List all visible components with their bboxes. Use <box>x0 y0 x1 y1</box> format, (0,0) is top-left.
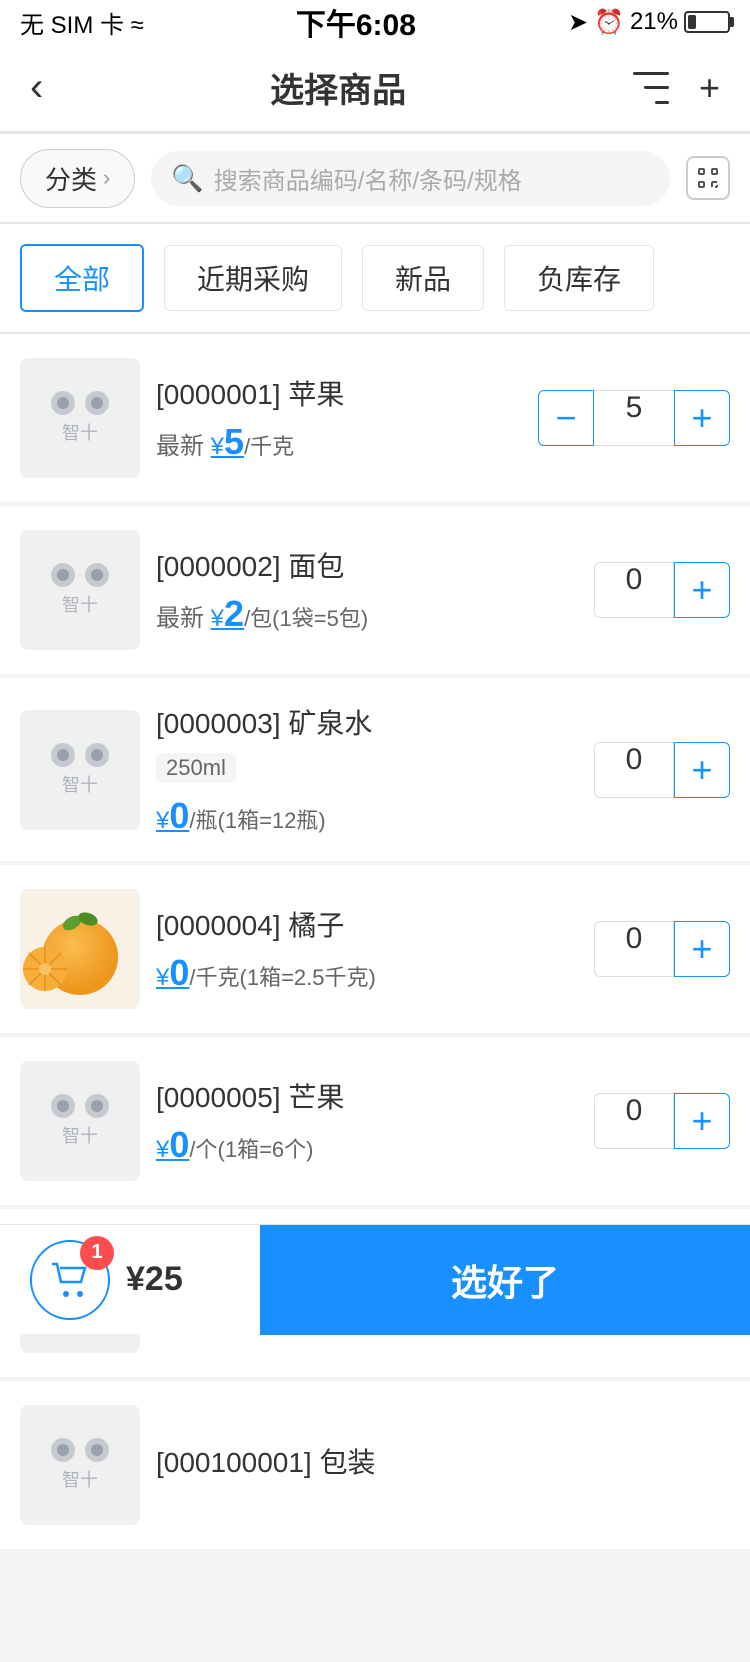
qty-input[interactable]: 0 <box>594 1093 674 1149</box>
product-image: 智十 <box>20 710 140 830</box>
category-chevron-icon: › <box>103 165 110 191</box>
qty-input[interactable]: 0 <box>594 562 674 618</box>
back-button[interactable]: ‹ <box>30 65 43 110</box>
tab-new[interactable]: 新品 <box>362 245 484 311</box>
brand-placeholder: 智十 <box>62 771 98 797</box>
product-spec: 250ml <box>156 753 236 783</box>
status-bar: 无 SIM 卡 ≈ 下午6:08 ➤ ⏰ 21% <box>0 0 750 44</box>
tab-negative[interactable]: 负库存 <box>504 245 654 311</box>
brand-placeholder: 智十 <box>62 419 98 445</box>
product-info: [000100001] 包装 <box>140 1441 730 1489</box>
qty-plus-button[interactable]: + <box>674 1093 730 1149</box>
qty-plus-button[interactable]: + <box>674 562 730 618</box>
product-image <box>20 889 140 1009</box>
product-info: [0000002] 面包 最新 ¥2/包(1袋=5包) <box>140 545 594 635</box>
product-image: 智十 <box>20 1405 140 1525</box>
product-info: [0000004] 橘子 ¥0/千克(1箱=2.5千克) <box>140 904 594 994</box>
qty-input[interactable]: 0 <box>594 742 674 798</box>
cart-badge: 1 <box>80 1236 114 1270</box>
add-button[interactable]: + <box>699 67 720 109</box>
product-image: 智十 <box>20 1061 140 1181</box>
search-icon: 🔍 <box>171 163 203 194</box>
qty-plus-button[interactable]: + <box>674 921 730 977</box>
status-left: 无 SIM 卡 ≈ <box>20 5 144 40</box>
tabs-row: 全部 近期采购 新品 负库存 <box>0 224 750 334</box>
confirm-button[interactable]: 选好了 <box>260 1225 750 1335</box>
product-price: ¥0/千克(1箱=2.5千克) <box>156 952 578 994</box>
product-qty: 0 + <box>594 921 730 977</box>
search-box[interactable]: 🔍 搜索商品编码/名称/条码/规格 <box>151 151 670 206</box>
product-price: 最新 ¥5/千克 <box>156 421 522 463</box>
category-button[interactable]: 分类 › <box>20 149 135 208</box>
list-item: 智十 [0000002] 面包 最新 ¥2/包(1袋=5包) 0 + <box>0 506 750 675</box>
tab-recent[interactable]: 近期采购 <box>164 245 342 311</box>
product-name: [0000001] 苹果 <box>156 373 522 413</box>
battery-text: 21% <box>630 8 678 36</box>
qty-input[interactable]: 5 <box>594 390 674 446</box>
alarm-icon: ⏰ <box>594 8 624 37</box>
product-name: [0000005] 芒果 <box>156 1076 578 1116</box>
product-name: [000100001] 包装 <box>156 1441 714 1481</box>
battery-icon <box>684 11 730 33</box>
product-price: ¥0/个(1箱=6个) <box>156 1124 578 1166</box>
product-name: [0000003] 矿泉水 <box>156 702 578 742</box>
product-list: 智十 [0000001] 苹果 最新 ¥5/千克 − 5 + 智十 <box>0 334 750 1550</box>
product-name: [0000002] 面包 <box>156 545 578 585</box>
search-placeholder: 搜索商品编码/名称/条码/规格 <box>214 161 522 196</box>
tab-all[interactable]: 全部 <box>20 244 144 312</box>
cart-button[interactable]: 1 <box>30 1240 110 1320</box>
page-title: 选择商品 <box>270 63 406 112</box>
list-item: 智十 [0000003] 矿泉水 250ml ¥0/瓶(1箱=12瓶) 0 + <box>0 678 750 862</box>
brand-placeholder: 智十 <box>62 1122 98 1148</box>
list-item: [0000004] 橘子 ¥0/千克(1箱=2.5千克) 0 + <box>0 865 750 1034</box>
list-item: 智十 [0000001] 苹果 最新 ¥5/千克 − 5 + <box>0 334 750 503</box>
carrier-text: 无 SIM 卡 ≈ <box>20 5 144 40</box>
scan-button[interactable] <box>686 156 730 200</box>
product-image: 智十 <box>20 530 140 650</box>
qty-plus-button[interactable]: + <box>674 390 730 446</box>
product-price: ¥0/瓶(1箱=12瓶) <box>156 795 578 837</box>
product-price: 最新 ¥2/包(1袋=5包) <box>156 593 578 635</box>
qty-minus-button[interactable]: − <box>538 390 594 446</box>
product-name: [0000004] 橘子 <box>156 904 578 944</box>
list-item: 智十 [0000005] 芒果 ¥0/个(1箱=6个) 0 + <box>0 1037 750 1206</box>
product-qty: 0 + <box>594 1093 730 1149</box>
qty-plus-button[interactable]: + <box>674 742 730 798</box>
cart-section: 1 ¥25 <box>0 1240 260 1320</box>
location-icon: ➤ <box>568 8 588 37</box>
product-info: [0000003] 矿泉水 250ml ¥0/瓶(1箱=12瓶) <box>140 702 594 837</box>
filter-row: 分类 › 🔍 搜索商品编码/名称/条码/规格 <box>0 134 750 224</box>
nav-actions: + <box>633 67 720 109</box>
product-qty: 0 + <box>594 562 730 618</box>
status-right: ➤ ⏰ 21% <box>568 8 730 37</box>
product-info: [0000005] 芒果 ¥0/个(1箱=6个) <box>140 1076 594 1166</box>
list-item: 智十 [000100001] 包装 <box>0 1381 750 1550</box>
product-qty: 0 + <box>594 742 730 798</box>
product-info: [0000001] 苹果 最新 ¥5/千克 <box>140 373 538 463</box>
brand-placeholder: 智十 <box>62 591 98 617</box>
qty-input[interactable]: 0 <box>594 921 674 977</box>
status-time: 下午6:08 <box>296 0 416 44</box>
category-label: 分类 <box>45 160 97 197</box>
cart-total: ¥25 <box>126 1260 183 1299</box>
brand-placeholder: 智十 <box>62 1466 98 1492</box>
bottom-bar: 1 ¥25 选好了 <box>0 1224 750 1334</box>
filter-icon[interactable] <box>633 72 669 104</box>
nav-bar: ‹ 选择商品 + <box>0 44 750 132</box>
product-qty: − 5 + <box>538 390 730 446</box>
product-image: 智十 <box>20 358 140 478</box>
